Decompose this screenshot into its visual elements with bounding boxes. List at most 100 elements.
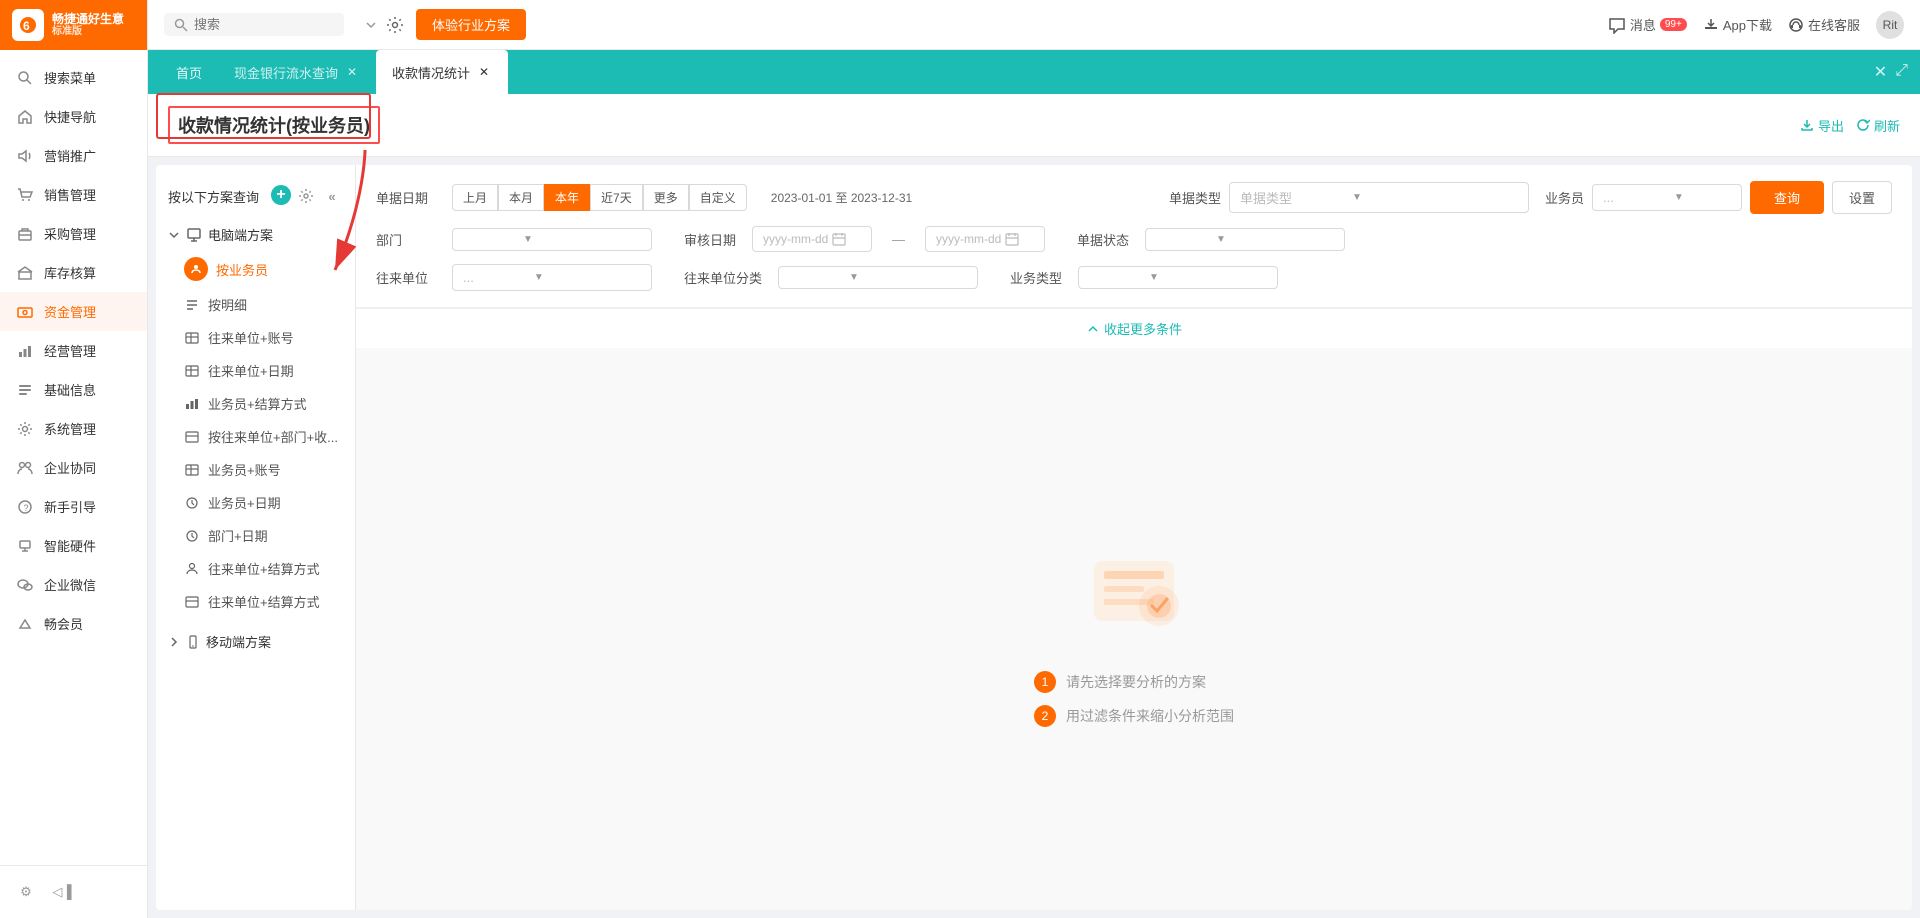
sidebar-label: 基础信息 bbox=[44, 380, 96, 399]
custom-date-btn[interactable]: 自定义 bbox=[689, 184, 747, 211]
scheme-item-salesman-account[interactable]: 业务员+账号 bbox=[156, 453, 355, 486]
scheme-item-partner-settlement-1[interactable]: 往来单位+结算方式 bbox=[156, 552, 355, 585]
scheme-item-partner-account[interactable]: 往来单位+账号 bbox=[156, 321, 355, 354]
collapse-scheme-btn[interactable]: « bbox=[321, 185, 343, 207]
this-year-btn[interactable]: 本年 bbox=[544, 184, 590, 211]
chevron-down-icon-5: ▼ bbox=[534, 272, 544, 283]
scheme-item-salesman-settlement[interactable]: 业务员+结算方式 bbox=[156, 387, 355, 420]
sidebar-item-quicknav[interactable]: 快捷导航 bbox=[0, 97, 147, 136]
online-service-btn[interactable]: 在线客服 bbox=[1788, 15, 1860, 34]
table-icon-4 bbox=[184, 462, 200, 478]
salesman-select[interactable]: ... ▼ bbox=[1592, 184, 1742, 211]
sidebar-label: 采购管理 bbox=[44, 224, 96, 243]
user-avatar[interactable]: Rit bbox=[1876, 11, 1904, 39]
gear-icon bbox=[16, 420, 34, 438]
scheme-item-detail[interactable]: 按明细 bbox=[156, 288, 355, 321]
scheme-item-partner-settlement-2[interactable]: 往来单位+结算方式 bbox=[156, 585, 355, 618]
more-date-btn[interactable]: 更多 bbox=[643, 184, 689, 211]
solution-btn[interactable]: 体验行业方案 bbox=[416, 9, 526, 40]
sidebar-item-operations[interactable]: 经营管理 bbox=[0, 331, 147, 370]
last-month-btn[interactable]: 上月 bbox=[452, 184, 498, 211]
sidebar-item-system[interactable]: 系统管理 bbox=[0, 409, 147, 448]
search-icon bbox=[16, 69, 34, 87]
doc-type-select[interactable]: 单据类型 ▼ bbox=[1229, 182, 1529, 213]
this-month-btn[interactable]: 本月 bbox=[498, 184, 544, 211]
pc-scheme-label: 电脑端方案 bbox=[208, 225, 273, 244]
biz-type-label: 业务类型 bbox=[1010, 268, 1062, 287]
expand-icon bbox=[168, 229, 180, 241]
scheme-item-partner-dept[interactable]: 按往来单位+部门+收... bbox=[156, 420, 355, 453]
sidebar-item-marketing[interactable]: 营销推广 bbox=[0, 136, 147, 175]
scheme-item-dept-date[interactable]: 部门+日期 bbox=[156, 519, 355, 552]
sidebar-item-inventory[interactable]: 库存核算 bbox=[0, 253, 147, 292]
scheme-item-salesman-date[interactable]: 业务员+日期 bbox=[156, 486, 355, 519]
sidebar-item-sales[interactable]: 销售管理 bbox=[0, 175, 147, 214]
tab-cash-flow[interactable]: 现金银行流水查询 ✕ bbox=[218, 50, 376, 94]
doc-status-select[interactable]: ▼ bbox=[1145, 228, 1345, 251]
sidebar-item-search[interactable]: 搜索菜单 bbox=[0, 58, 147, 97]
topbar-search-box[interactable] bbox=[164, 13, 344, 36]
empty-steps: 1 请先选择要分析的方案 2 用过滤条件来缩小分析范围 bbox=[1034, 671, 1234, 727]
last-7days-btn[interactable]: 近7天 bbox=[590, 184, 643, 211]
topbar-search-input[interactable] bbox=[194, 17, 314, 32]
review-date-to[interactable]: yyyy-mm-dd bbox=[925, 226, 1045, 252]
empty-state: 1 请先选择要分析的方案 2 用过滤条件来缩小分析范围 bbox=[356, 348, 1912, 910]
step-2-label: 用过滤条件来缩小分析范围 bbox=[1066, 706, 1234, 726]
export-btn[interactable]: 导出 bbox=[1800, 116, 1844, 135]
sidebar-nav: 搜索菜单 快捷导航 营销推广 销售管理 采购管理 bbox=[0, 50, 147, 865]
scheme-settings-btn[interactable] bbox=[295, 185, 317, 207]
partner-select[interactable]: ... ▼ bbox=[452, 264, 652, 291]
collapse-bar[interactable]: 收起更多条件 bbox=[356, 308, 1912, 348]
maximize-icon[interactable]: ⤢ bbox=[1895, 62, 1908, 82]
dept-select[interactable]: ▼ bbox=[452, 228, 652, 251]
sidebar-item-wechat[interactable]: 企业微信 bbox=[0, 565, 147, 604]
pc-scheme-group-header[interactable]: 电脑端方案 bbox=[156, 219, 355, 250]
step-1-num: 1 bbox=[1034, 671, 1056, 693]
money-icon bbox=[16, 303, 34, 321]
sidebar-item-finance[interactable]: 资金管理 bbox=[0, 292, 147, 331]
partner-more-dots: ... bbox=[463, 270, 474, 285]
scheme-header: 按以下方案查询 + « bbox=[156, 177, 355, 215]
sidebar-item-member[interactable]: 畅会员 bbox=[0, 604, 147, 643]
review-to-placeholder: yyyy-mm-dd bbox=[936, 232, 1001, 246]
chevron-down-icon: ▼ bbox=[1352, 192, 1362, 203]
scheme-item-partner-date[interactable]: 往来单位+日期 bbox=[156, 354, 355, 387]
refresh-btn[interactable]: 刷新 bbox=[1856, 116, 1900, 135]
home-icon bbox=[16, 108, 34, 126]
add-scheme-btn[interactable]: + bbox=[271, 185, 291, 205]
tab-collection-stats[interactable]: 收款情况统计 ✕ bbox=[376, 50, 508, 94]
sidebar: 6 畅捷通好生意 标准版 搜索菜单 快捷导航 营销推广 bbox=[0, 0, 148, 918]
mobile-scheme-group-header[interactable]: 移动端方案 bbox=[156, 626, 355, 657]
tab-cash-flow-close[interactable]: ✕ bbox=[344, 64, 360, 80]
pc-scheme-group: 电脑端方案 按业务员 按明细 bbox=[156, 215, 355, 622]
app-download-label: App下载 bbox=[1723, 15, 1772, 34]
query-btn[interactable]: 查询 bbox=[1750, 181, 1824, 214]
partner-category-select[interactable]: ▼ bbox=[778, 266, 978, 289]
scheme-item-label: 业务员+账号 bbox=[208, 460, 281, 479]
sidebar-item-collab[interactable]: 企业协同 bbox=[0, 448, 147, 487]
scheme-item-label: 业务员+结算方式 bbox=[208, 394, 307, 413]
scheme-item-by-salesman[interactable]: 按业务员 bbox=[156, 250, 355, 288]
partner-label: 往来单位 bbox=[376, 268, 436, 287]
tab-collection-stats-close[interactable]: ✕ bbox=[476, 64, 492, 80]
sidebar-item-hardware[interactable]: 智能硬件 bbox=[0, 526, 147, 565]
message-btn[interactable]: 消息 99+ bbox=[1608, 15, 1687, 34]
chart-icon bbox=[16, 342, 34, 360]
sidebar-item-guide[interactable]: ? 新手引导 bbox=[0, 487, 147, 526]
sidebar-item-purchase[interactable]: 采购管理 bbox=[0, 214, 147, 253]
settings-footer-btn[interactable]: ⚙ bbox=[12, 878, 40, 906]
info-icon bbox=[16, 381, 34, 399]
filter-settings-btn[interactable]: 设置 bbox=[1832, 181, 1892, 214]
biz-type-select[interactable]: ▼ bbox=[1078, 266, 1278, 289]
tab-home[interactable]: 首页 bbox=[160, 50, 218, 94]
review-date-from[interactable]: yyyy-mm-dd bbox=[752, 226, 872, 252]
list-icon bbox=[184, 297, 200, 313]
sidebar-label: 企业协同 bbox=[44, 458, 96, 477]
clock-icon-2 bbox=[184, 528, 200, 544]
close-window-icon[interactable]: ✕ bbox=[1874, 62, 1887, 82]
topbar-gear-icon[interactable] bbox=[386, 16, 404, 34]
sidebar-label: 销售管理 bbox=[44, 185, 96, 204]
collapse-sidebar-btn[interactable]: ◁▐ bbox=[48, 878, 76, 906]
app-download-btn[interactable]: App下载 bbox=[1703, 15, 1772, 34]
sidebar-item-basics[interactable]: 基础信息 bbox=[0, 370, 147, 409]
